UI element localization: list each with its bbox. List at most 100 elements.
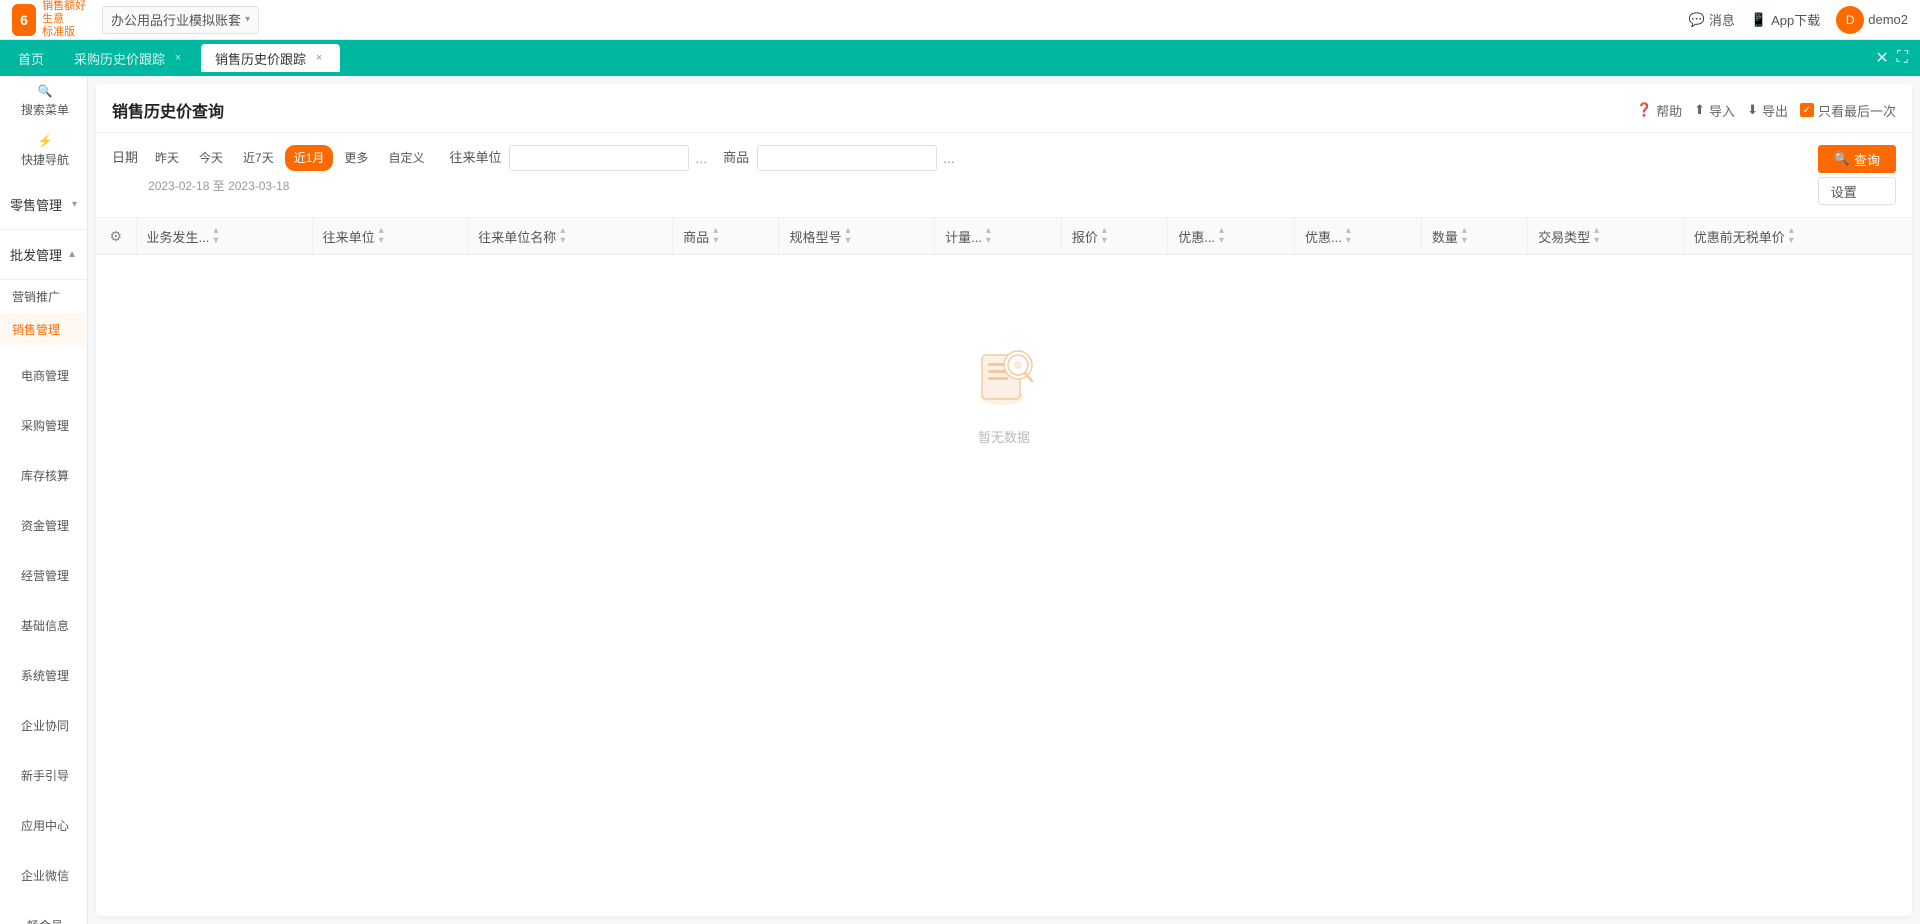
col-qty[interactable]: 数量 ▴▾ (1421, 218, 1527, 255)
col-quoted-price[interactable]: 报价 ▴▾ (1061, 218, 1167, 255)
col-settings[interactable]: ⚙ (96, 218, 136, 255)
empty-icon (964, 335, 1044, 415)
tab-purchase-close-btn[interactable]: × (171, 51, 185, 65)
date-btn-custom[interactable]: 自定义 (379, 145, 433, 171)
tab-sales-label: 销售历史价跟踪 (215, 49, 306, 68)
col-pre-tax-label: 优惠前无税单价 (1694, 227, 1785, 246)
partner-input[interactable] (509, 145, 689, 171)
tab-bar: 首页 采购历史价跟踪 × 销售历史价跟踪 × ✕ ⛶ (0, 40, 1920, 76)
date-btn-today[interactable]: 今天 (190, 145, 232, 171)
tab-close-all-btn[interactable]: ✕ (1875, 48, 1888, 68)
sidebar-section-retail[interactable]: 零售管理 ▾ (0, 180, 87, 230)
product-search-dots[interactable]: ... (943, 150, 955, 166)
product-input[interactable] (757, 145, 937, 171)
sort-icon-partner-name: ▴▾ (560, 226, 565, 246)
partner-input-group: ... (509, 145, 707, 171)
quick-nav-icon: ⚡ (38, 134, 53, 148)
sales-mgmt-label: 销售管理 (12, 321, 60, 338)
export-icon: ⬇ (1747, 102, 1758, 118)
sidebar-item-enterprise-coop[interactable]: 企业协同 (0, 700, 87, 750)
message-btn[interactable]: 💬 消息 (1689, 10, 1735, 29)
app-download-btn[interactable]: 📱 App下载 (1751, 10, 1820, 29)
partner-search-dots[interactable]: ... (695, 150, 707, 166)
enterprise-wechat-label: 企业微信 (21, 867, 69, 884)
partner-filter-label: 往来单位 (449, 145, 501, 171)
ecommerce-label: 电商管理 (21, 367, 69, 384)
sidebar: 🔍 搜索菜单 ⚡ 快捷导航 零售管理 ▾ 批发管理 ▲ 营销推广 销售管理 电商… (0, 76, 88, 924)
empty-state: 暂无数据 (96, 255, 1912, 526)
date-filter-label: 日期 (112, 145, 138, 171)
tab-purchase-label: 采购历史价跟踪 (74, 49, 165, 68)
query-icon: 🔍 (1834, 151, 1850, 167)
wholesale-mgmt-label: 批发管理 (10, 245, 62, 264)
tab-purchase-history[interactable]: 采购历史价跟踪 × (60, 44, 199, 72)
only-last-checkbox-icon: ✓ (1800, 103, 1814, 117)
tab-sales-history[interactable]: 销售历史价跟踪 × (201, 44, 340, 72)
date-btn-last7days[interactable]: 近7天 (234, 145, 283, 171)
tab-sales-close-btn[interactable]: × (312, 51, 326, 65)
retail-mgmt-label: 零售管理 (10, 195, 62, 214)
sort-icon-quoted: ▴▾ (1102, 226, 1107, 246)
col-partner-code-label: 往来单位 (323, 227, 375, 246)
page-header-actions: ❓ 帮助 ⬆ 导入 ⬇ 导出 ✓ 只看最后一次 (1636, 101, 1896, 120)
sidebar-item-sales-mgmt[interactable]: 销售管理 (0, 313, 87, 346)
workspace-selector[interactable]: 办公用品行业模拟账套 ▾ (102, 6, 259, 34)
app-center-label: 应用中心 (21, 817, 69, 834)
date-range-display: 2023-02-18 至 2023-03-18 (146, 177, 433, 194)
sidebar-section-wholesale[interactable]: 批发管理 ▲ (0, 230, 87, 280)
sidebar-item-enterprise-wechat[interactable]: 企业微信 (0, 850, 87, 900)
col-discount1[interactable]: 优惠... ▴▾ (1168, 218, 1295, 255)
only-last-checkbox-group[interactable]: ✓ 只看最后一次 (1800, 101, 1896, 120)
sidebar-item-search-menu[interactable]: 🔍 搜索菜单 (0, 76, 87, 126)
sidebar-item-quick-nav[interactable]: ⚡ 快捷导航 (0, 126, 87, 176)
top-bar: 6 销售额好生意 标准版 办公用品行业模拟账套 ▾ 💬 消息 📱 App下载 D… (0, 0, 1920, 40)
col-product[interactable]: 商品 ▴▾ (673, 218, 779, 255)
settings-button[interactable]: 设置 (1818, 177, 1896, 205)
product-filter-group: 商品 ... (723, 145, 955, 171)
member-club-label: 畅会员 (27, 917, 63, 924)
help-btn[interactable]: ❓ 帮助 (1636, 101, 1682, 120)
col-partner-name-label: 往来单位名称 (478, 227, 556, 246)
date-btn-yesterday[interactable]: 昨天 (146, 145, 188, 171)
col-biz-date[interactable]: 业务发生... ▴▾ (136, 218, 312, 255)
tab-bar-actions: ✕ ⛶ (1875, 48, 1916, 68)
sidebar-item-member-club[interactable]: 畅会员 (0, 900, 87, 924)
sidebar-item-system-mgmt[interactable]: 系统管理 (0, 650, 87, 700)
date-filter: 昨天 今天 近7天 近1月 更多 自定义 2023-02-18 至 2023-0… (146, 145, 433, 194)
sort-icon-trade-type: ▴▾ (1594, 226, 1599, 246)
col-pre-tax[interactable]: 优惠前无税单价 ▴▾ (1683, 218, 1912, 255)
sidebar-item-inventory[interactable]: 库存核算 (0, 450, 87, 500)
col-qty-label: 数量 (1432, 227, 1458, 246)
import-btn[interactable]: ⬆ 导入 (1694, 101, 1735, 120)
sidebar-item-finance[interactable]: 资金管理 (0, 500, 87, 550)
table-settings-icon[interactable]: ⚙ (109, 228, 122, 244)
col-unit[interactable]: 计量... ▴▾ (935, 218, 1062, 255)
date-btn-more[interactable]: 更多 (335, 145, 377, 171)
user-menu[interactable]: D demo2 (1836, 6, 1908, 34)
tab-expand-btn[interactable]: ⛶ (1897, 49, 1908, 67)
tab-home[interactable]: 首页 (4, 44, 58, 72)
date-btn-last1month[interactable]: 近1月 (285, 145, 334, 171)
col-spec-label: 规格型号 (789, 227, 841, 246)
query-button[interactable]: 🔍 查询 (1818, 145, 1896, 173)
sidebar-item-marketing[interactable]: 营销推广 (0, 280, 87, 313)
col-partner-code[interactable]: 往来单位 ▴▾ (312, 218, 468, 255)
sidebar-item-ecommerce[interactable]: 电商管理 (0, 350, 87, 400)
sidebar-item-purchase[interactable]: 采购管理 (0, 400, 87, 450)
filter-bar: 日期 昨天 今天 近7天 近1月 更多 自定义 2023-02-18 至 202… (96, 133, 1912, 218)
enterprise-coop-label: 企业协同 (21, 717, 69, 734)
logo-icon: 6 (12, 4, 36, 36)
col-partner-name[interactable]: 往来单位名称 ▴▾ (468, 218, 673, 255)
sidebar-item-app-center[interactable]: 应用中心 (0, 800, 87, 850)
sidebar-item-new-guide[interactable]: 新手引导 (0, 750, 87, 800)
sidebar-item-operations[interactable]: 经营管理 (0, 550, 87, 600)
partner-filter-group: 往来单位 ... (449, 145, 707, 171)
product-filter-label: 商品 (723, 145, 749, 171)
col-discount2[interactable]: 优惠... ▴▾ (1295, 218, 1422, 255)
sidebar-item-basic-info[interactable]: 基础信息 (0, 600, 87, 650)
col-trade-type[interactable]: 交易类型 ▴▾ (1528, 218, 1684, 255)
export-btn[interactable]: ⬇ 导出 (1747, 101, 1788, 120)
date-options: 昨天 今天 近7天 近1月 更多 自定义 (146, 145, 433, 171)
col-spec[interactable]: 规格型号 ▴▾ (779, 218, 935, 255)
finance-label: 资金管理 (21, 517, 69, 534)
